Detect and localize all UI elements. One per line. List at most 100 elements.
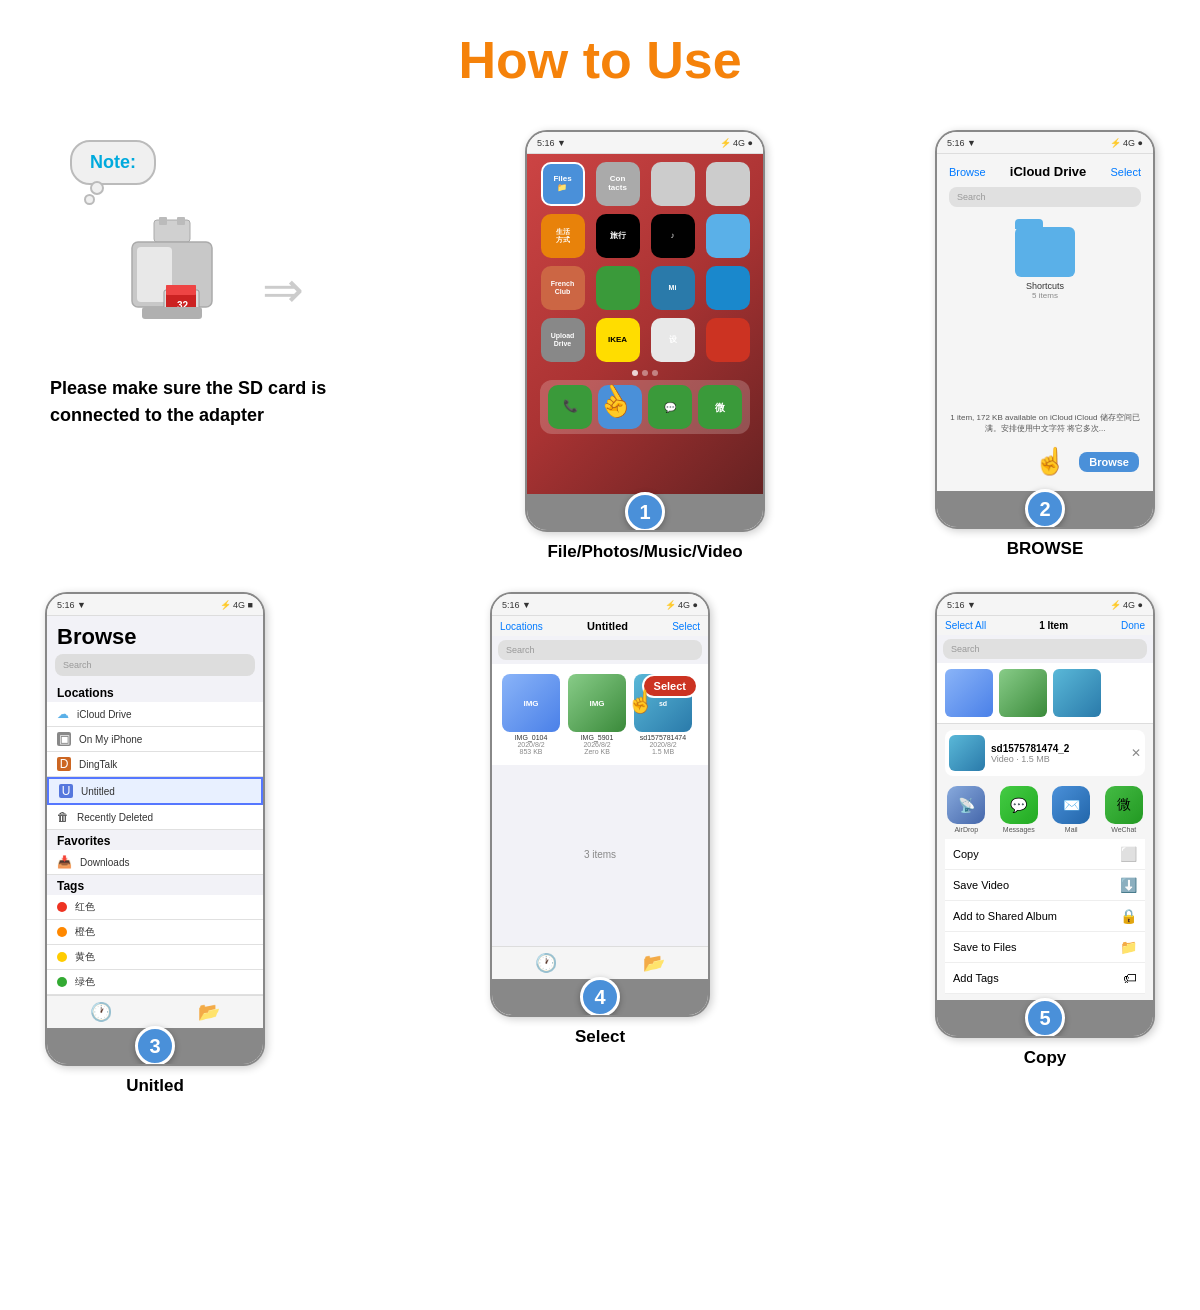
tag-yellow[interactable]: 黄色 [47,945,263,970]
nav-recent-4[interactable]: 🕐 [535,952,557,974]
finger-step3: ☝️ [261,795,265,823]
step4-select[interactable]: Select [672,621,700,632]
share-mail[interactable]: ✉️ Mail [1052,786,1090,833]
app-7 [596,266,640,310]
action-save-video[interactable]: Save Video ⬇️ [945,870,1145,901]
step2-phone: 5:16 ▼ ⚡ 4G ● Browse iCloud Drive Select… [935,130,1155,529]
browse-title: Browse [47,616,263,654]
share-sheet: sd1575781474_2 Video · 1.5 MB ✕ 📡 AirDro… [937,723,1153,1000]
svg-rect-9 [142,307,202,319]
step4-nav-bar: 🕐 📂 [492,946,708,979]
tag-orange-dot [57,927,67,937]
step3-search[interactable]: Search [55,654,255,676]
browse-icloud[interactable]: ☁ iCloud Drive [47,702,263,727]
app-9 [706,266,750,310]
wechat-icon: 微 [1105,786,1143,824]
nav-browse-4[interactable]: 📂 [643,952,665,974]
step4-container: 5:16 ▼ ⚡ 4G ● Locations Untitled Select … [485,592,715,1047]
copy-icon: ⬜ [1120,846,1137,862]
app-8: Mi [651,266,695,310]
messages-icon: 💬 [1000,786,1038,824]
app-tiktok: ♪ [651,214,695,258]
svg-rect-7 [166,285,196,295]
action-copy[interactable]: Copy ⬜ [945,839,1145,870]
adapter-note-text: Please make sure the SD card is connecte… [40,375,360,429]
step3-container: 5:16 ▼ ⚡ 4G ■ Browse Search Locations ☁ … [40,592,270,1096]
trash-icon: 🗑 [57,810,69,824]
step4-bottom-bar: 4 [492,979,708,1015]
arrow-right: ⇒ [262,265,304,315]
step4-phone: 5:16 ▼ ⚡ 4G ● Locations Untitled Select … [490,592,710,1017]
tag-red[interactable]: 红色 [47,895,263,920]
page-title: How to Use [40,20,1160,100]
dock-phone[interactable]: 📞 [548,385,592,429]
browse-downloads[interactable]: 📥 Downloads [47,850,263,875]
app-1 [651,162,695,206]
share-messages[interactable]: 💬 Messages [1000,786,1038,833]
action-save-files[interactable]: Save to Files 📁 [945,932,1145,963]
step2-content: Browse iCloud Drive Select Search Shortc… [937,154,1153,491]
left-section: Note: [40,130,360,429]
tag-red-dot [57,902,67,912]
app-3: 生活方式 [541,214,585,258]
svg-rect-2 [177,217,185,225]
step4-search[interactable]: Search [498,640,702,660]
app-13 [706,318,750,362]
icloud-select[interactable]: Select [1110,166,1141,178]
icloud-back[interactable]: Browse [949,166,986,178]
step4-title: Untitled [587,620,628,632]
step1-phone: 5:16 ▼ ⚡ 4G ● Files📁 Contacts 生活方式 旅行 ♪ [525,130,765,532]
step4-back[interactable]: Locations [500,621,543,632]
app-4: 旅行 [596,214,640,258]
iphone-icon: ▣ [57,732,71,746]
step5-container: 5:16 ▼ ⚡ 4G ● Select All 1 Item Done Sea… [930,592,1160,1068]
browse-untitled[interactable]: U Untitled ☝️ [47,777,263,805]
dock-messages[interactable]: 💬 [648,385,692,429]
step1-container: 5:16 ▼ ⚡ 4G ● Files📁 Contacts 生活方式 旅行 ♪ [530,130,760,562]
folder-icon [1015,227,1075,277]
favorites-header: Favorites [47,830,263,850]
app-10: UploadDrive [541,318,585,362]
step5-status-bar: 5:16 ▼ ⚡ 4G ● [937,594,1153,616]
share-airdrop[interactable]: 📡 AirDrop [947,786,985,833]
share-close[interactable]: ✕ [1131,746,1141,760]
step2-badge: 2 [1025,489,1065,529]
shortcuts-folder: Shortcuts 5 items [1010,227,1080,300]
browse-deleted[interactable]: 🗑 Recently Deleted [47,805,263,830]
dock-wechat[interactable]: 微 [698,385,742,429]
step1-bottom-bar: 1 [527,494,763,530]
file-thumb-1: IMG [502,674,560,732]
browse-dingtalk[interactable]: D DingTalk [47,752,263,777]
step3-badge: 3 [135,1026,175,1066]
step1-label: File/Photos/Music/Video [547,542,742,562]
action-shared-album[interactable]: Add to Shared Album 🔒 [945,901,1145,932]
step3-nav-bar: 🕐 📂 [47,995,263,1028]
share-file-type: Video · 1.5 MB [991,754,1069,764]
file-item-2[interactable]: IMG IMG_5901 2026/8/2 Zero KB [568,674,626,755]
share-wechat[interactable]: 微 WeChat [1105,786,1143,833]
tag-green[interactable]: 绿色 [47,970,263,995]
nav-recent[interactable]: 🕐 [90,1001,112,1023]
step2-search[interactable]: Search [949,187,1141,207]
step4-nav: Locations Untitled Select [492,616,708,636]
nav-browse[interactable]: 📂 [198,1001,220,1023]
downloads-icon: 📥 [57,855,72,869]
copy-thumb-3 [1053,669,1101,717]
app-contacts[interactable]: Contacts [596,162,640,206]
done-button[interactable]: Done [1121,620,1145,631]
tag-orange[interactable]: 橙色 [47,920,263,945]
action-add-tags[interactable]: Add Tags 🏷 [945,963,1145,994]
airdrop-icon: 📡 [947,786,985,824]
step5-phone: 5:16 ▼ ⚡ 4G ● Select All 1 Item Done Sea… [935,592,1155,1038]
tag-green-dot [57,977,67,987]
app-6: FrenchClub [541,266,585,310]
select-all[interactable]: Select All [945,620,986,631]
step5-bottom-bar: 5 [937,1000,1153,1036]
file-item-1[interactable]: IMG IMG_0104 2020/8/2 853 KB [502,674,560,755]
app-files[interactable]: Files📁 [541,162,585,206]
browse-button[interactable]: Browse [1079,452,1139,472]
dingtalk-icon: D [57,757,71,771]
step5-thumbs [937,663,1153,723]
browse-iphone[interactable]: ▣ On My iPhone [47,727,263,752]
step5-search[interactable]: Search [943,639,1147,659]
